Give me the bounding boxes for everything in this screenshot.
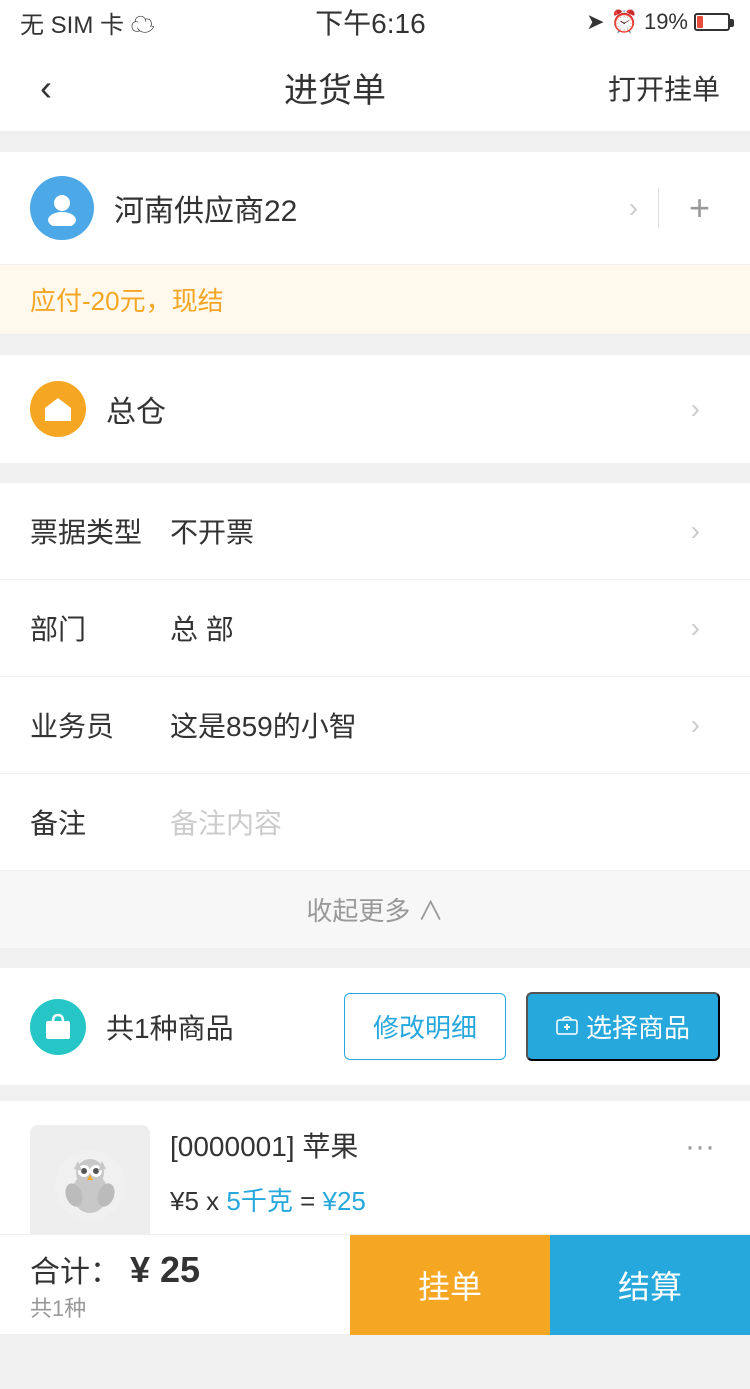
salesperson-row[interactable]: 业务员 这是859的小智 › [0,677,750,774]
select-product-button[interactable]: 选择商品 [526,992,720,1061]
department-row[interactable]: 部门 总 部 › [0,580,750,677]
supplier-row[interactable]: 河南供应商22 › + [0,152,750,265]
status-right: ➤ ⏰ 19% [586,9,730,35]
edit-detail-button[interactable]: 修改明细 [344,993,506,1060]
warehouse-row[interactable]: 总仓 › [0,354,750,463]
back-button[interactable]: ‹ [30,57,62,119]
bottom-bar: 合计： ¥ 25 共1种 挂单 结算 [0,1234,750,1334]
add-supplier-button[interactable]: + [679,182,720,234]
owl-logo [50,1145,130,1225]
status-bar: 无 SIM 卡 ☁ 下午6:16 ➤ ⏰ 19% [0,0,750,44]
supplier-notice: 应付-20元，现结 [0,265,750,334]
product-count-text: 共1种商品 [106,1007,324,1047]
gap-4 [0,948,750,968]
sim-status: 无 SIM 卡 ☁ [20,5,155,40]
product-quantity: 5千克 [226,1186,292,1216]
collapse-button[interactable]: 收起更多 ∧ [0,871,750,948]
gap-3 [0,463,750,483]
page-title: 进货单 [284,63,386,112]
battery-percent: 19% [644,9,688,35]
product-price-row: ¥5 x 5千克 = ¥25 [170,1181,660,1218]
checkout-button[interactable]: 结算 [550,1235,750,1335]
select-product-label: 选择商品 [586,1008,690,1045]
product-equals: = [300,1186,322,1216]
alarm-icon: ⏰ [611,9,638,35]
warehouse-name: 总仓 [106,387,691,431]
location-icon: ➤ [586,9,604,35]
form-section: 票据类型 不开票 › 部门 总 部 › 业务员 这是859的小智 › 备注 备注… [0,483,750,871]
product-header: 共1种商品 修改明细 选择商品 [0,968,750,1085]
collapse-label: 收起更多 ∧ [306,891,443,928]
invoice-type-label: 票据类型 [30,511,150,551]
product-price: ¥5 [170,1186,199,1216]
divider [658,188,659,228]
department-label: 部门 [30,608,150,648]
bottom-total: 合计： ¥ 25 共1种 [0,1247,350,1323]
department-chevron-icon: › [691,612,700,644]
remark-input[interactable]: 备注内容 [150,802,720,842]
product-multiply: x [206,1186,226,1216]
battery-icon [694,13,730,31]
salesperson-chevron-icon: › [691,709,700,741]
status-left: 无 SIM 卡 ☁ [20,5,155,40]
open-hang-button[interactable]: 打开挂单 [608,68,720,108]
total-main: 合计： ¥ 25 [30,1247,320,1291]
remark-label: 备注 [30,802,150,842]
bag-icon [42,1011,74,1043]
invoice-type-chevron-icon: › [691,515,700,547]
invoice-type-row[interactable]: 票据类型 不开票 › [0,483,750,580]
warehouse-section: 总仓 › [0,354,750,463]
total-label: 合计： [30,1247,120,1291]
total-sub: 共1种 [30,1291,320,1323]
warehouse-icon [43,394,73,424]
product-total: ¥25 [323,1186,366,1216]
supplier-name: 河南供应商22 [114,186,629,230]
product-more-button[interactable]: ··· [680,1125,720,1169]
supplier-avatar [30,176,94,240]
product-title-name: 苹果 [302,1131,358,1162]
hang-button[interactable]: 挂单 [350,1235,550,1335]
warehouse-icon-wrap [30,381,86,437]
salesperson-value: 这是859的小智 [150,705,691,745]
gap-2 [0,334,750,354]
total-amount: ¥ 25 [130,1249,200,1291]
nav-bar: ‹ 进货单 打开挂单 [0,44,750,132]
status-time: 下午6:16 [315,2,426,42]
warehouse-chevron-icon: › [691,393,700,425]
product-info: [0000001] 苹果 ¥5 x 5千克 = ¥25 [170,1125,660,1218]
department-value: 总 部 [150,608,691,648]
salesperson-label: 业务员 [30,705,150,745]
product-name: [0000001] 苹果 [170,1125,660,1165]
remark-row[interactable]: 备注 备注内容 [0,774,750,871]
select-product-icon [556,1016,578,1038]
supplier-chevron-icon: › [629,192,638,224]
product-count-icon-wrap [30,999,86,1055]
product-thumbnail [30,1125,150,1245]
supplier-section: 河南供应商22 › + 应付-20元，现结 [0,152,750,334]
product-id: [0000001] [170,1131,295,1162]
gap-1 [0,132,750,152]
invoice-type-value: 不开票 [150,511,691,551]
